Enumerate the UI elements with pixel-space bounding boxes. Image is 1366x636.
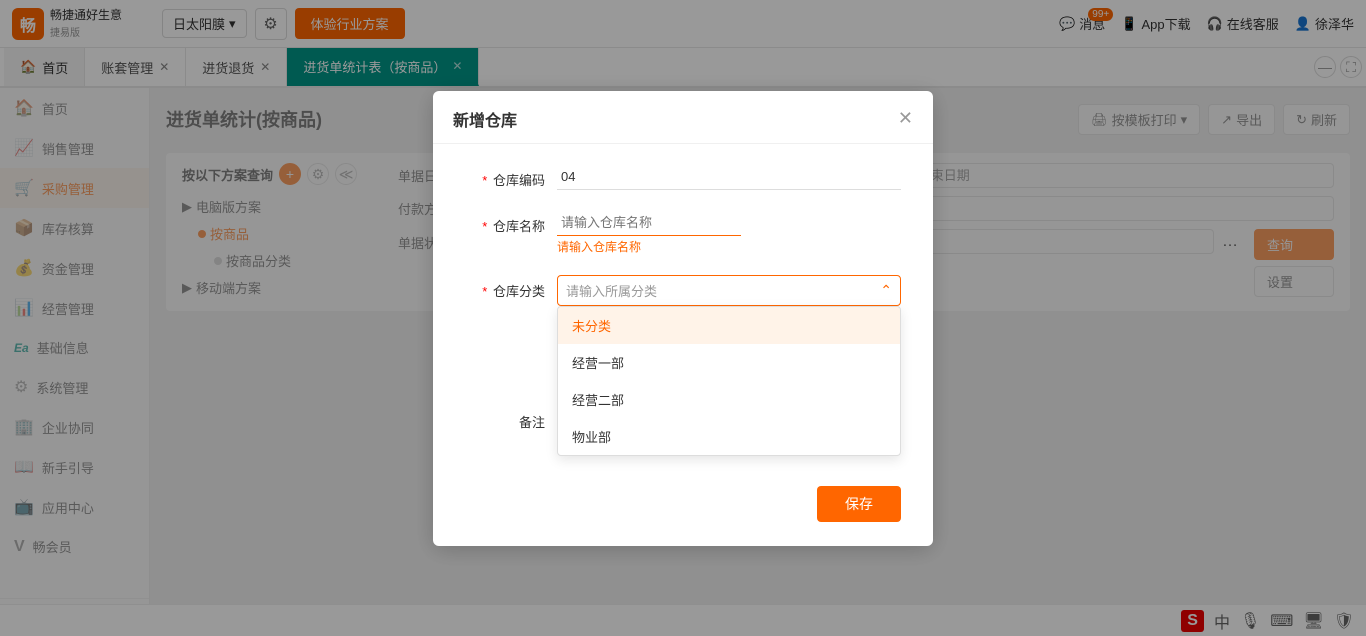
category-dropdown: 未分类 经营一部 经营二部 物业部 (557, 306, 901, 456)
code-label-text: 仓库编码 (493, 173, 545, 188)
name-required-star: * (482, 219, 487, 234)
save-button[interactable]: 保存 (817, 486, 901, 522)
category-required-star: * (482, 284, 487, 299)
category-label-text: 仓库分类 (493, 284, 545, 299)
category-row: * 仓库分类 请输入所属分类 ⌃ 未分类 经营一部 经营二部 物业部 (465, 275, 901, 306)
category-placeholder: 请输入所属分类 (566, 281, 657, 300)
modal-footer: 保存 (433, 486, 933, 522)
dropdown-item-ops2[interactable]: 经营二部 (558, 381, 900, 418)
dropdown-item-property[interactable]: 物业部 (558, 418, 900, 455)
name-row: * 仓库名称 请输入仓库名称 (465, 210, 901, 255)
code-required-star: * (482, 173, 487, 188)
name-input[interactable] (557, 210, 741, 236)
category-selector[interactable]: 请输入所属分类 ⌃ (557, 275, 901, 306)
dropdown-item-ops1[interactable]: 经营一部 (558, 344, 900, 381)
warehouse-modal: 新增仓库 ✕ * 仓库编码 * 仓库名称 (433, 91, 933, 546)
code-label: * 仓库编码 (465, 164, 545, 189)
modal-header: 新增仓库 ✕ (433, 91, 933, 144)
modal-overlay[interactable]: 新增仓库 ✕ * 仓库编码 * 仓库名称 (0, 0, 1366, 636)
chevron-up-icon: ⌃ (880, 282, 892, 299)
code-input[interactable] (557, 164, 901, 190)
modal-close-button[interactable]: ✕ (898, 108, 913, 129)
note-label-text: 备注 (519, 415, 545, 430)
category-label: * 仓库分类 (465, 275, 545, 300)
code-row: * 仓库编码 (465, 164, 901, 190)
modal-body: * 仓库编码 * 仓库名称 请输入仓库名称 (433, 144, 933, 478)
name-label: * 仓库名称 (465, 210, 545, 235)
name-label-text: 仓库名称 (493, 219, 545, 234)
dropdown-item-none[interactable]: 未分类 (558, 307, 900, 344)
note-label: 备注 (465, 406, 545, 431)
category-input-container: 请输入所属分类 ⌃ 未分类 经营一部 经营二部 物业部 (557, 275, 901, 306)
name-error-message: 请输入仓库名称 (557, 238, 741, 255)
modal-title: 新增仓库 (453, 107, 517, 131)
name-input-wrapper: 请输入仓库名称 (557, 210, 741, 255)
